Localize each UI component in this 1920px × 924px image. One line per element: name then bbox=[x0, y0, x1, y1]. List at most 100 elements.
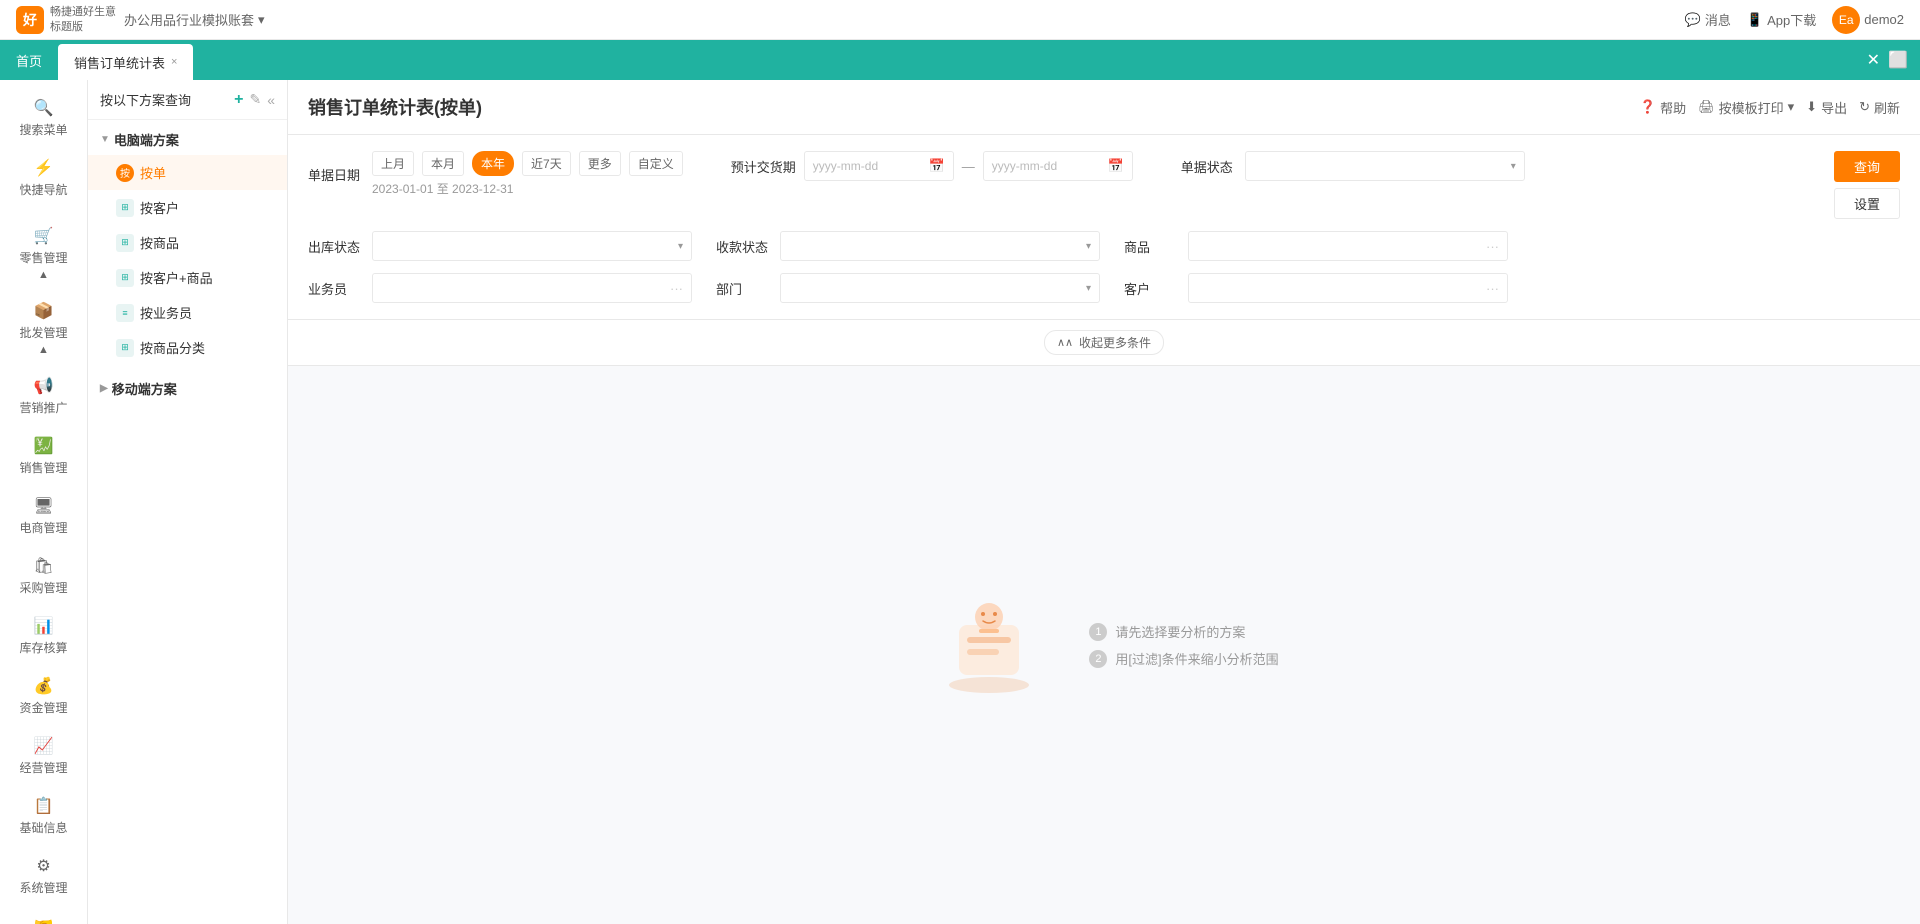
purchase-icon: 🛍 bbox=[33, 556, 53, 576]
chevron-down-icon3: ▾ bbox=[678, 241, 683, 252]
user-area[interactable]: Ea demo2 bbox=[1832, 6, 1904, 34]
expected-date-end[interactable]: yyyy-mm-dd 📅 bbox=[983, 151, 1133, 181]
doc-status-select[interactable]: ▾ bbox=[1245, 151, 1525, 181]
mobile-scheme-header[interactable]: ▶ 移动端方案 bbox=[88, 373, 287, 404]
customer-filter: 客户 ··· bbox=[1124, 273, 1508, 303]
page-title: 销售订单统计表(按单) bbox=[308, 94, 482, 134]
top-bar: 好 畅捷通好生意 标题版 办公用品行业模拟账套 ▾ 💬 消息 📱 App下载 E… bbox=[0, 0, 1920, 40]
edit-scheme-button[interactable]: ✎ bbox=[249, 91, 261, 108]
refresh-button[interactable]: ↻ 刷新 bbox=[1859, 98, 1900, 117]
tip-num-1: 1 bbox=[1089, 623, 1107, 641]
goods-input[interactable]: ··· bbox=[1188, 231, 1508, 261]
sales-icon: 💹 bbox=[34, 436, 54, 456]
scheme-by-order[interactable]: 按 按单 bbox=[88, 155, 287, 190]
basic-icon: 📋 bbox=[34, 796, 54, 816]
scheme-salesman-icon: ≡ bbox=[116, 304, 134, 322]
sidebar-item-ecommerce[interactable]: 🖥 电商管理 bbox=[0, 486, 87, 546]
sidebar-item-search[interactable]: 🔍 搜索菜单 bbox=[0, 88, 87, 148]
salesman-dots-icon[interactable]: ··· bbox=[670, 281, 683, 296]
setting-button[interactable]: 设置 bbox=[1834, 188, 1900, 219]
window-restore-button[interactable]: ⬜ bbox=[1888, 50, 1908, 70]
btn-custom[interactable]: 自定义 bbox=[629, 151, 683, 176]
btn-more[interactable]: 更多 bbox=[579, 151, 621, 176]
scheme-by-customer[interactable]: ⊞ 按客户 bbox=[88, 190, 287, 225]
expand-icon2: ▲ bbox=[38, 344, 49, 356]
inventory-icon: 📊 bbox=[34, 616, 54, 636]
goods-dots-icon[interactable]: ··· bbox=[1486, 239, 1499, 254]
dept-select[interactable]: ▾ bbox=[780, 273, 1100, 303]
sidebar: 🔍 搜索菜单 ⚡ 快捷导航 🛒 零售管理 ▲ 📦 批发管理 ▲ 📢 营销推广 💹… bbox=[0, 80, 88, 924]
empty-illustration bbox=[929, 585, 1049, 705]
query-buttons: 查询 设置 bbox=[1834, 151, 1900, 219]
finance-icon: 💰 bbox=[34, 676, 54, 696]
sidebar-item-wholesale[interactable]: 📦 批发管理 ▲ bbox=[0, 291, 87, 366]
btn-7days[interactable]: 近7天 bbox=[522, 151, 571, 176]
download-icon: 📱 bbox=[1747, 12, 1763, 28]
scheme-by-customer-goods[interactable]: ⊞ 按客户+商品 bbox=[88, 260, 287, 295]
tab-close-icon[interactable]: × bbox=[171, 56, 177, 68]
delivery-status-filter: 出库状态 ▾ bbox=[308, 231, 692, 261]
tab-statistics[interactable]: 销售订单统计表 × bbox=[58, 44, 193, 80]
export-button[interactable]: ⬇ 导出 bbox=[1806, 98, 1847, 117]
sidebar-item-system[interactable]: ⚙ 系统管理 bbox=[0, 846, 87, 906]
filter-row-1: 单据日期 上月 本月 本年 近7天 更多 自定义 2023-01-01 至 20… bbox=[308, 151, 1900, 219]
sidebar-item-inventory[interactable]: 📊 库存核算 bbox=[0, 606, 87, 666]
btn-this-year[interactable]: 本年 bbox=[472, 151, 514, 176]
help-button[interactable]: ❓ 帮助 bbox=[1640, 98, 1686, 117]
tab-home[interactable]: 首页 bbox=[0, 40, 58, 80]
sidebar-item-cooperation[interactable]: 🤝 企业协同 bbox=[0, 906, 87, 924]
tab-bar: 首页 销售订单统计表 × ✕ ⬜ bbox=[0, 40, 1920, 80]
sidebar-item-purchase[interactable]: 🛍 采购管理 bbox=[0, 546, 87, 606]
scheme-category-icon: ⊞ bbox=[116, 339, 134, 357]
scheme-custgoods-icon: ⊞ bbox=[116, 269, 134, 287]
logo-text: 畅捷通好生意 标题版 bbox=[50, 5, 116, 34]
marketing-icon: 📢 bbox=[34, 376, 54, 396]
sidebar-item-quicknav[interactable]: ⚡ 快捷导航 bbox=[0, 148, 87, 208]
cooperation-icon: 🤝 bbox=[34, 916, 54, 924]
salesman-input[interactable]: ··· bbox=[372, 273, 692, 303]
content-area: 销售订单统计表(按单) ❓ 帮助 🖨 按模板打印 ▾ ⬇ 导出 ↻ 刷新 bbox=[288, 80, 1920, 924]
customer-dots-icon[interactable]: ··· bbox=[1486, 281, 1499, 296]
section-expand-icon: ▼ bbox=[100, 134, 110, 145]
window-close-button[interactable]: ✕ bbox=[1867, 50, 1880, 70]
sidebar-item-marketing[interactable]: 📢 营销推广 bbox=[0, 366, 87, 426]
print-template-button[interactable]: 🖨 按模板打印 ▾ bbox=[1698, 98, 1794, 117]
payment-status-select[interactable]: ▾ bbox=[780, 231, 1100, 261]
calendar-icon: 📅 bbox=[929, 158, 945, 174]
customer-input[interactable]: ··· bbox=[1188, 273, 1508, 303]
scheme-by-salesman[interactable]: ≡ 按业务员 bbox=[88, 295, 287, 330]
top-bar-title[interactable]: 办公用品行业模拟账套 ▾ bbox=[124, 10, 265, 29]
sidebar-item-basic[interactable]: 📋 基础信息 bbox=[0, 786, 87, 846]
sidebar-item-sales[interactable]: 💹 销售管理 bbox=[0, 426, 87, 486]
goods-filter: 商品 ··· bbox=[1124, 231, 1508, 261]
filter-row-3: 业务员 ··· 部门 ▾ 客户 bbox=[308, 273, 1900, 303]
salesman-filter: 业务员 ··· bbox=[308, 273, 692, 303]
message-button[interactable]: 💬 消息 bbox=[1685, 10, 1731, 29]
page-header: 销售订单统计表(按单) ❓ 帮助 🖨 按模板打印 ▾ ⬇ 导出 ↻ 刷新 bbox=[288, 80, 1920, 135]
filter-area: 单据日期 上月 本月 本年 近7天 更多 自定义 2023-01-01 至 20… bbox=[288, 135, 1920, 320]
date-buttons: 上月 本月 本年 近7天 更多 自定义 bbox=[372, 151, 683, 176]
collapse-panel-button[interactable]: « bbox=[267, 92, 275, 108]
dept-filter: 部门 ▾ bbox=[716, 273, 1100, 303]
sidebar-item-retail[interactable]: 🛒 零售管理 ▲ bbox=[0, 216, 87, 291]
sidebar-item-operations[interactable]: 📈 经营管理 bbox=[0, 726, 87, 786]
date-range-text: 2023-01-01 至 2023-12-31 bbox=[372, 180, 683, 197]
delivery-status-select[interactable]: ▾ bbox=[372, 231, 692, 261]
pc-scheme-header[interactable]: ▼ 电脑端方案 bbox=[88, 124, 287, 155]
scheme-by-category[interactable]: ⊞ 按商品分类 bbox=[88, 330, 287, 365]
btn-last-month[interactable]: 上月 bbox=[372, 151, 414, 176]
empty-state: 1 请先选择要分析的方案 2 用[过滤]条件来缩小分析范围 bbox=[288, 366, 1920, 924]
help-icon: ❓ bbox=[1640, 99, 1656, 115]
add-scheme-button[interactable]: + bbox=[234, 91, 243, 109]
sidebar-item-finance[interactable]: 💰 资金管理 bbox=[0, 666, 87, 726]
query-button[interactable]: 查询 bbox=[1834, 151, 1900, 182]
collapse-button[interactable]: ∧∧ 收起更多条件 bbox=[1044, 330, 1164, 355]
top-bar-left: 好 畅捷通好生意 标题版 办公用品行业模拟账套 ▾ bbox=[16, 5, 265, 34]
pc-scheme-section: ▼ 电脑端方案 按 按单 ⊞ 按客户 ⊞ 按商品 ⊞ 按客户+商品 ≡ 按业务员 bbox=[88, 120, 287, 369]
scheme-by-goods[interactable]: ⊞ 按商品 bbox=[88, 225, 287, 260]
btn-this-month[interactable]: 本月 bbox=[422, 151, 464, 176]
expected-date-start[interactable]: yyyy-mm-dd 📅 bbox=[804, 151, 954, 181]
left-panel-header: 按以下方案查询 + ✎ « bbox=[88, 80, 287, 120]
app-download-button[interactable]: 📱 App下载 bbox=[1747, 10, 1816, 29]
print-icon: 🖨 bbox=[1698, 99, 1715, 115]
